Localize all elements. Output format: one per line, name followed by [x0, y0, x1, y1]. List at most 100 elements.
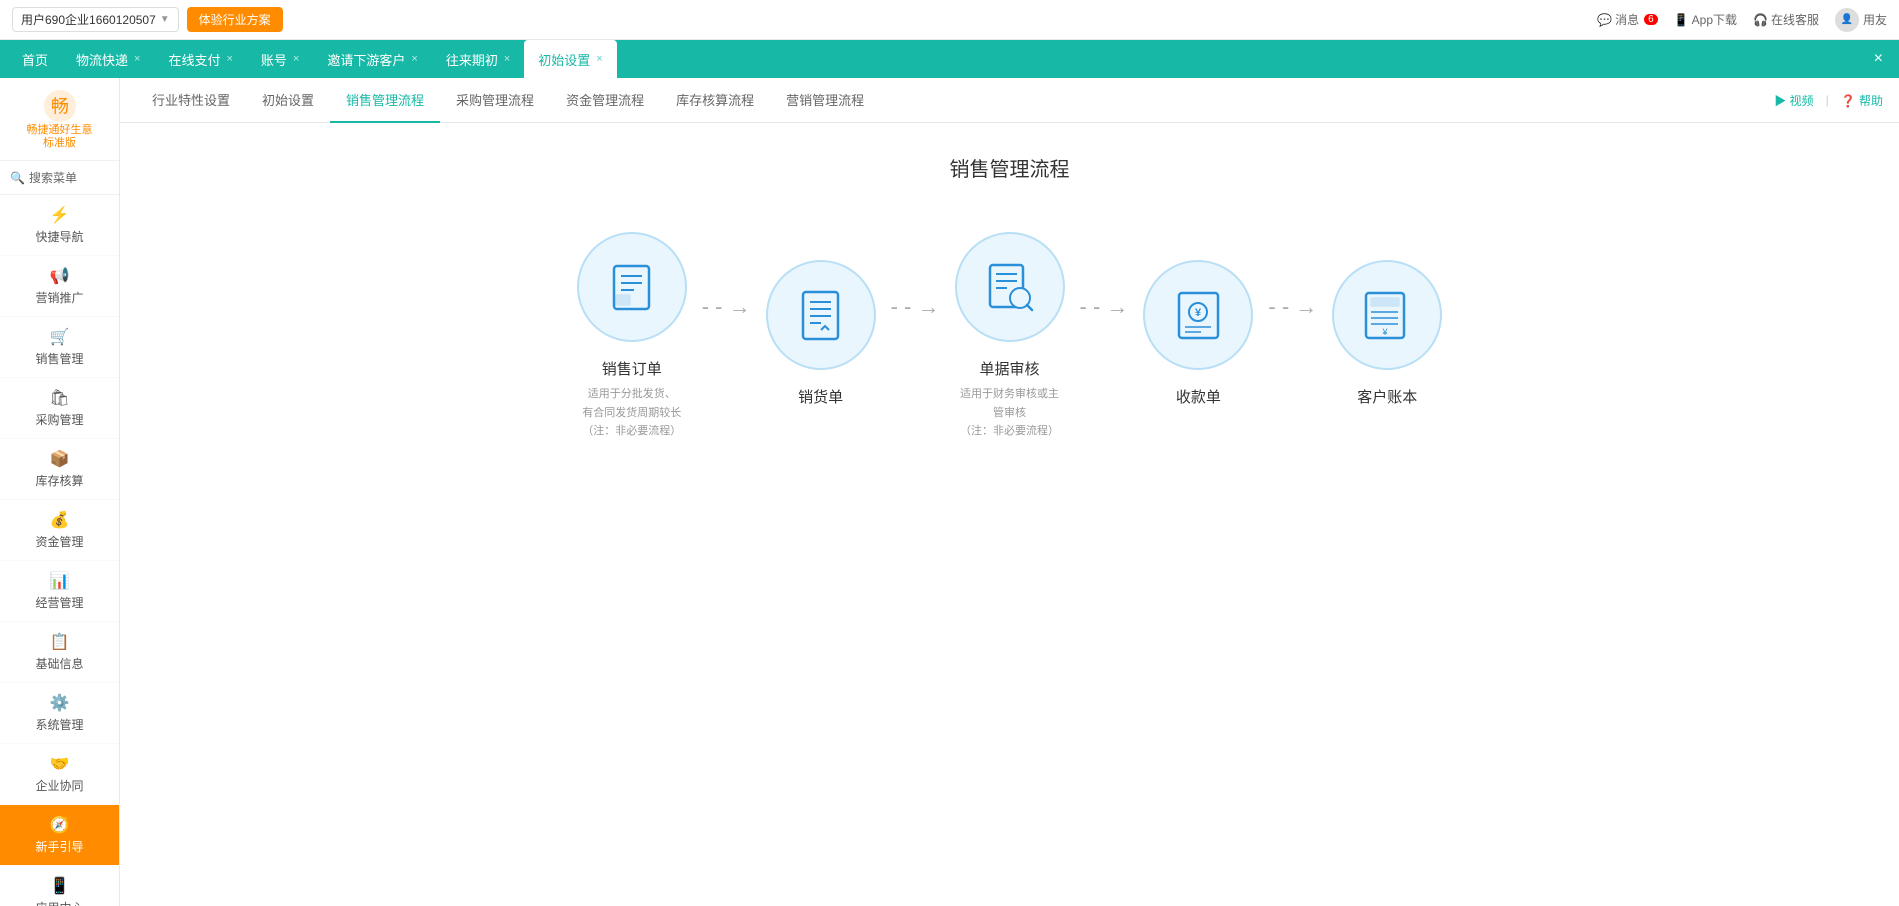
message-label: 消息	[1615, 11, 1639, 28]
flow-step-doc-review: 单据审核 适用于财务审核或主管审核（注：非必要流程）	[930, 232, 1090, 441]
nav-tab-payment-close[interactable]: ×	[226, 53, 232, 65]
main-layout: 畅 畅捷通好生意 标准版 🔍 搜索菜单 ⚡ 快捷导航 📢 营销推广 🛒 销售管理…	[0, 78, 1899, 906]
app-download-item[interactable]: 📱 App下载	[1674, 11, 1737, 28]
sidebar-item-sales-label: 销售管理	[35, 350, 83, 367]
sidebar-search-item[interactable]: 🔍 搜索菜单	[0, 161, 119, 195]
nav-tab-period-close[interactable]: ×	[504, 53, 510, 65]
help-label: 帮助	[1859, 94, 1883, 108]
user-label: 用户690企业1660120507	[21, 11, 156, 28]
divider: |	[1826, 93, 1829, 107]
step-circle-sales-order[interactable]	[577, 232, 687, 342]
customer-ledger-icon: ¥	[1360, 288, 1415, 343]
sidebar-item-collab[interactable]: 🤝 企业协同	[0, 744, 119, 805]
nav-tab-home[interactable]: 首页	[8, 40, 62, 78]
sidebar-item-operations-label: 经营管理	[35, 594, 83, 611]
flow-step-customer-ledger: ¥ 客户账本	[1307, 260, 1467, 413]
sidebar-item-operations[interactable]: 📊 经营管理	[0, 561, 119, 622]
subtab-initial[interactable]: 初始设置	[246, 78, 330, 123]
help-icon: ❓	[1841, 94, 1856, 108]
sidebar-item-sales[interactable]: 🛒 销售管理	[0, 317, 119, 378]
sidebar-item-inventory-label: 库存核算	[35, 472, 83, 489]
sidebar-item-finance[interactable]: 💰 资金管理	[0, 500, 119, 561]
nav-tab-setup[interactable]: 初始设置 ×	[524, 40, 616, 78]
flow-title: 销售管理流程	[950, 153, 1070, 182]
nav-tab-invite[interactable]: 邀请下游客户 ×	[313, 40, 431, 78]
step-name-sales-order: 销售订单	[602, 358, 662, 379]
step-desc-doc-review: 适用于财务审核或主管审核（注：非必要流程）	[960, 385, 1059, 441]
flow-step-sales-invoice: 销货单	[741, 260, 901, 413]
step-name-sales-invoice: 销货单	[798, 386, 843, 407]
guide-icon: 🧭	[50, 815, 70, 835]
sidebar-item-appcenter[interactable]: 📱 应用中心	[0, 866, 119, 906]
sales-icon: 🛒	[50, 327, 70, 347]
sidebar-item-guide[interactable]: 🧭 新手引导	[0, 805, 119, 866]
headset-icon: 🎧	[1753, 13, 1768, 27]
sidebar-item-appcenter-label: 应用中心	[35, 899, 83, 906]
svg-text:¥: ¥	[1381, 327, 1388, 337]
nav-tab-logistics-close[interactable]: ×	[134, 53, 140, 65]
sidebar-item-marketing[interactable]: 📢 营销推广	[0, 256, 119, 317]
nav-tabs: 首页 物流快递 × 在线支付 × 账号 × 邀请下游客户 × 往来期初 × 初始…	[0, 40, 1899, 78]
subtab-marketing-flow[interactable]: 营销管理流程	[770, 78, 880, 123]
sidebar-item-basicinfo[interactable]: 📋 基础信息	[0, 622, 119, 683]
nav-tab-invite-label: 邀请下游客户	[327, 50, 405, 69]
trial-button[interactable]: 体验行业方案	[187, 7, 283, 32]
purchase-icon: 🛍	[49, 388, 69, 408]
step-circle-receipt[interactable]: ¥	[1143, 260, 1253, 370]
finance-icon: 💰	[50, 510, 70, 530]
nav-tab-logistics[interactable]: 物流快递 ×	[62, 40, 154, 78]
sub-tabs-right: ▶ 视频 | ❓ 帮助	[1774, 92, 1883, 109]
sidebar-item-system[interactable]: ⚙️ 系统管理	[0, 683, 119, 744]
nav-tab-period[interactable]: 往来期初 ×	[432, 40, 524, 78]
sidebar-item-inventory[interactable]: 📦 库存核算	[0, 439, 119, 500]
step-desc-sales-order: 适用于分批发货、有合同发货周期较长（注：非必要流程）	[582, 385, 681, 441]
subtab-finance-flow[interactable]: 资金管理流程	[550, 78, 660, 123]
subtab-purchase-flow[interactable]: 采购管理流程	[440, 78, 550, 123]
help-link[interactable]: ❓ 帮助	[1841, 92, 1883, 109]
dropdown-arrow-icon: ▼	[160, 14, 170, 25]
nav-tab-payment[interactable]: 在线支付 ×	[154, 40, 246, 78]
sub-tabs: 行业特性设置 初始设置 销售管理流程 采购管理流程 资金管理流程 库存核算流程 …	[120, 78, 1899, 123]
flow-step-sales-order: 销售订单 适用于分批发货、有合同发货周期较长（注：非必要流程）	[552, 232, 712, 441]
step-circle-customer-ledger[interactable]: ¥	[1332, 260, 1442, 370]
sidebar-search-label: 搜索菜单	[29, 169, 77, 186]
nav-tab-account[interactable]: 账号 ×	[247, 40, 313, 78]
nav-tab-invite-close[interactable]: ×	[411, 53, 417, 65]
nav-close-all-button[interactable]: ×	[1866, 50, 1891, 68]
sidebar-item-purchase-label: 采购管理	[35, 411, 83, 428]
sidebar-item-guide-label: 新手引导	[35, 838, 83, 855]
flow-step-receipt: ¥ 收款单	[1118, 260, 1278, 413]
message-badge: 6	[1644, 14, 1658, 25]
top-bar: 用户690企业1660120507 ▼ 体验行业方案 💬 消息 6 📱 App下…	[0, 0, 1899, 40]
sidebar-item-quicknav[interactable]: ⚡ 快捷导航	[0, 195, 119, 256]
sidebar-item-basicinfo-label: 基础信息	[35, 655, 83, 672]
user-avatar-area[interactable]: 👤 用友	[1835, 8, 1887, 32]
step-circle-sales-invoice[interactable]	[766, 260, 876, 370]
online-service-item[interactable]: 🎧 在线客服	[1753, 11, 1819, 28]
subtab-sales-flow[interactable]: 销售管理流程	[330, 78, 440, 123]
appcenter-icon: 📱	[50, 876, 70, 896]
sidebar-item-purchase[interactable]: 🛍 采购管理	[0, 378, 119, 439]
search-icon: 🔍	[10, 171, 25, 185]
subtab-industry[interactable]: 行业特性设置	[136, 78, 246, 123]
nav-tab-account-close[interactable]: ×	[293, 53, 299, 65]
video-label: 视频	[1790, 94, 1814, 108]
nav-tab-setup-close[interactable]: ×	[596, 53, 602, 65]
top-bar-left: 用户690企业1660120507 ▼ 体验行业方案	[12, 7, 283, 32]
user-selector[interactable]: 用户690企业1660120507 ▼	[12, 7, 179, 32]
sidebar-item-marketing-label: 营销推广	[35, 289, 83, 306]
receipt-icon: ¥	[1171, 288, 1226, 343]
subtab-finance-flow-label: 资金管理流程	[566, 93, 644, 108]
nav-tab-period-label: 往来期初	[446, 50, 498, 69]
message-icon-item[interactable]: 💬 消息 6	[1597, 11, 1658, 28]
collab-icon: 🤝	[50, 754, 70, 774]
step-name-customer-ledger: 客户账本	[1357, 386, 1417, 407]
sidebar-item-finance-label: 资金管理	[35, 533, 83, 550]
subtab-inventory-flow[interactable]: 库存核算流程	[660, 78, 770, 123]
step-circle-doc-review[interactable]	[955, 232, 1065, 342]
app-download-label: App下载	[1692, 11, 1737, 28]
video-link[interactable]: ▶ 视频	[1774, 92, 1813, 109]
sales-order-icon	[604, 260, 659, 315]
nav-tab-payment-label: 在线支付	[168, 50, 220, 69]
sidebar-item-collab-label: 企业协同	[35, 777, 83, 794]
